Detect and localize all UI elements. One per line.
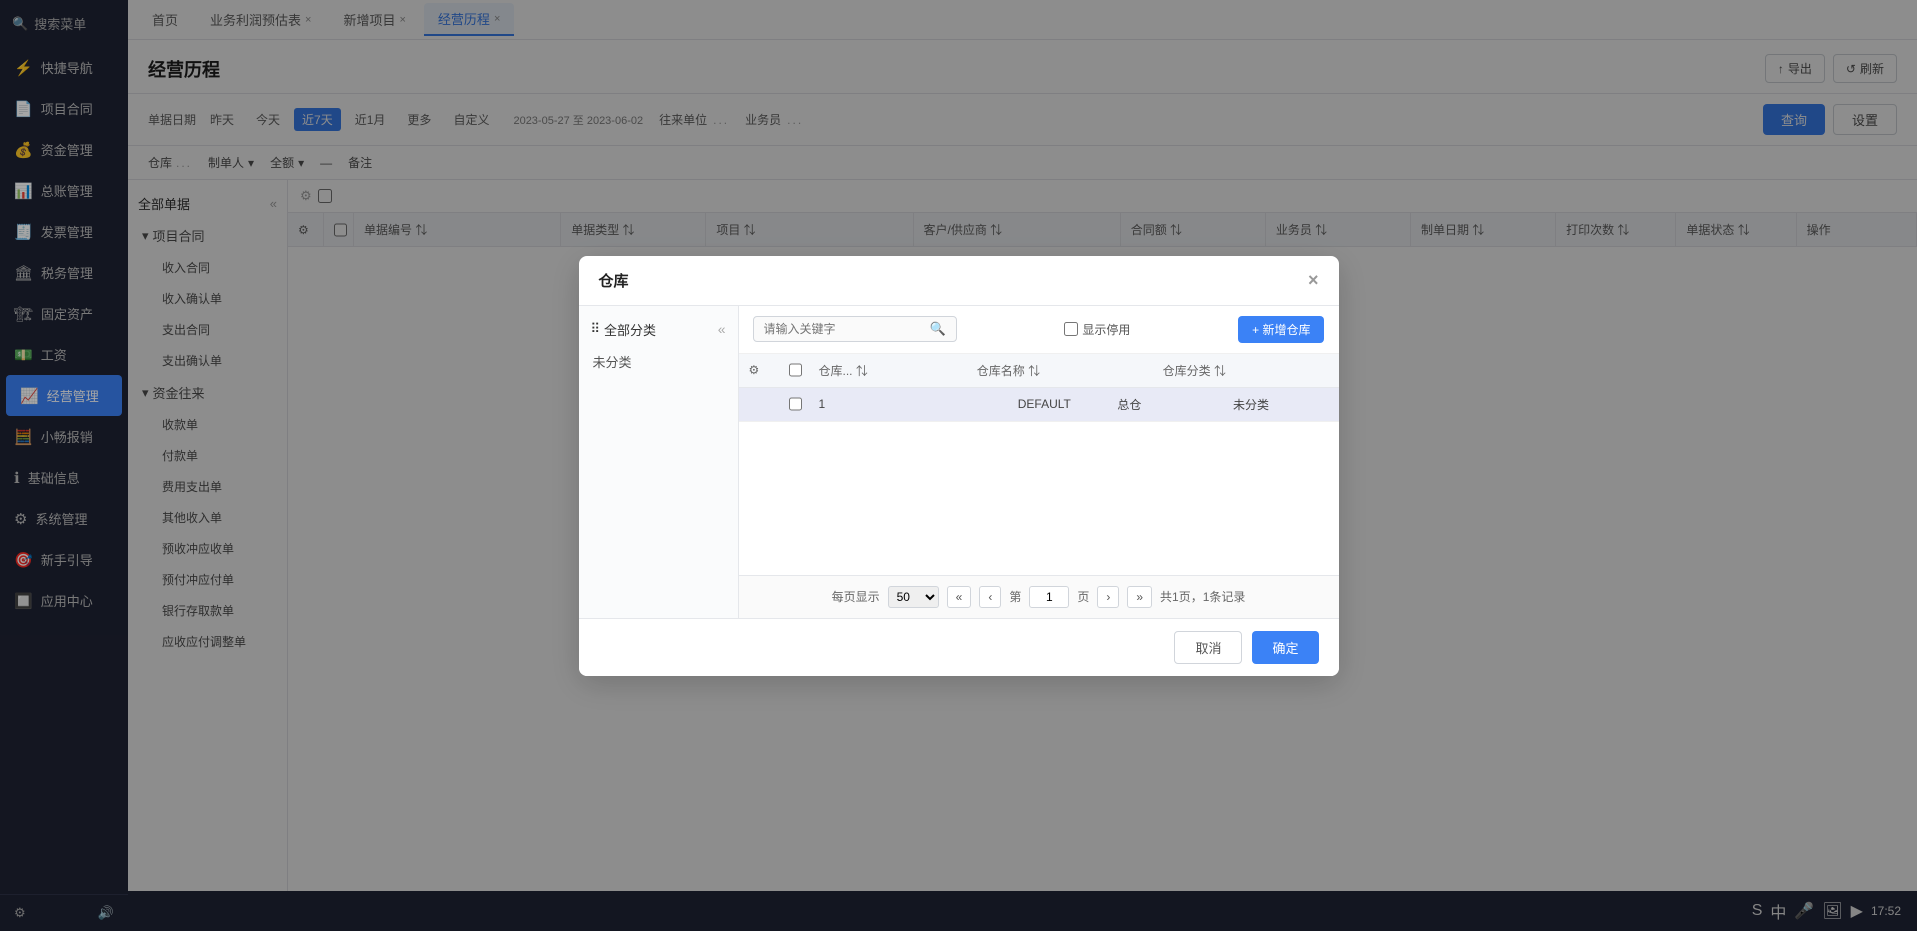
show-disabled-group: 显示停用 [1064, 321, 1130, 338]
modal-last-btn[interactable]: » [1127, 586, 1152, 608]
table-row: 1 DEFAULT 总仓 未分类 [739, 388, 1339, 422]
modal-left-title: ⠿ 全部分类 [591, 320, 657, 339]
modal-right-panel: 🔍 显示停用 + 新增仓库 ⚙ 仓库... ⇅ 仓库名称 ⇅ [739, 306, 1339, 618]
modal-toolbar: 🔍 显示停用 + 新增仓库 [739, 306, 1339, 354]
modal-table-header: ⚙ 仓库... ⇅ 仓库名称 ⇅ 仓库分类 ⇅ [739, 354, 1339, 388]
row-code [908, 388, 1008, 421]
modal-page-input[interactable] [1029, 586, 1069, 608]
modal-per-page-select[interactable]: 50 20 100 [888, 586, 939, 608]
row-category: 未分类 [1223, 388, 1339, 421]
modal-actions: 取消 确定 [579, 618, 1339, 676]
row-gear [739, 388, 779, 421]
show-disabled-label: 显示停用 [1082, 321, 1130, 338]
modal-left-panel: ⠿ 全部分类 « 未分类 [579, 306, 739, 618]
modal-body: ⠿ 全部分类 « 未分类 🔍 显示停用 [579, 306, 1339, 618]
th-gear: ⚙ [739, 354, 779, 387]
th-warehouse-name: 仓库名称 ⇅ [967, 354, 1153, 387]
modal-footer-pagination: 每页显示 50 20 100 « ‹ 第 页 › » 共1页，1条记录 [739, 575, 1339, 618]
modal-title: 仓库 [599, 270, 629, 291]
modal-header: 仓库 × [579, 256, 1339, 306]
search-icon: 🔍 [930, 321, 946, 337]
grid-icon: ⠿ [591, 321, 601, 337]
th-warehouse-category: 仓库分类 ⇅ [1153, 354, 1339, 387]
all-category-label[interactable]: 全部分类 [604, 320, 656, 339]
th-warehouse-code: 仓库... ⇅ [809, 354, 967, 387]
modal-prev-btn[interactable]: ‹ [979, 586, 1001, 608]
modal-search-box[interactable]: 🔍 [753, 316, 957, 342]
modal-per-page-label: 每页显示 [832, 588, 880, 605]
row-check[interactable] [789, 397, 802, 411]
row-default: DEFAULT [1008, 388, 1108, 421]
warehouse-modal: 仓库 × ⠿ 全部分类 « 未分类 [579, 256, 1339, 676]
cancel-button[interactable]: 取消 [1174, 631, 1242, 664]
add-warehouse-button[interactable]: + 新增仓库 [1238, 316, 1324, 343]
confirm-button[interactable]: 确定 [1252, 631, 1318, 664]
th-check [779, 354, 809, 387]
modal-overlay: 仓库 × ⠿ 全部分类 « 未分类 [0, 0, 1917, 931]
modal-total-info: 共1页，1条记录 [1160, 588, 1245, 605]
modal-cat-unclassified[interactable]: 未分类 [579, 345, 738, 378]
row-checkbox[interactable] [779, 388, 809, 421]
modal-page-suffix: 页 [1077, 588, 1089, 605]
modal-search-input[interactable] [764, 322, 924, 336]
row-name: 总仓 [1107, 388, 1223, 421]
row-no: 1 [809, 388, 909, 421]
modal-first-btn[interactable]: « [947, 586, 972, 608]
th-all-check[interactable] [789, 363, 802, 377]
show-disabled-checkbox[interactable] [1064, 322, 1078, 336]
modal-table: ⚙ 仓库... ⇅ 仓库名称 ⇅ 仓库分类 ⇅ 1 DEFAULT 总仓 [739, 354, 1339, 575]
modal-page-label: 第 [1009, 588, 1021, 605]
modal-left-header: ⠿ 全部分类 « [579, 314, 738, 345]
modal-left-collapse-btn[interactable]: « [718, 321, 726, 337]
modal-close-button[interactable]: × [1308, 271, 1319, 289]
modal-next-btn[interactable]: › [1097, 586, 1119, 608]
